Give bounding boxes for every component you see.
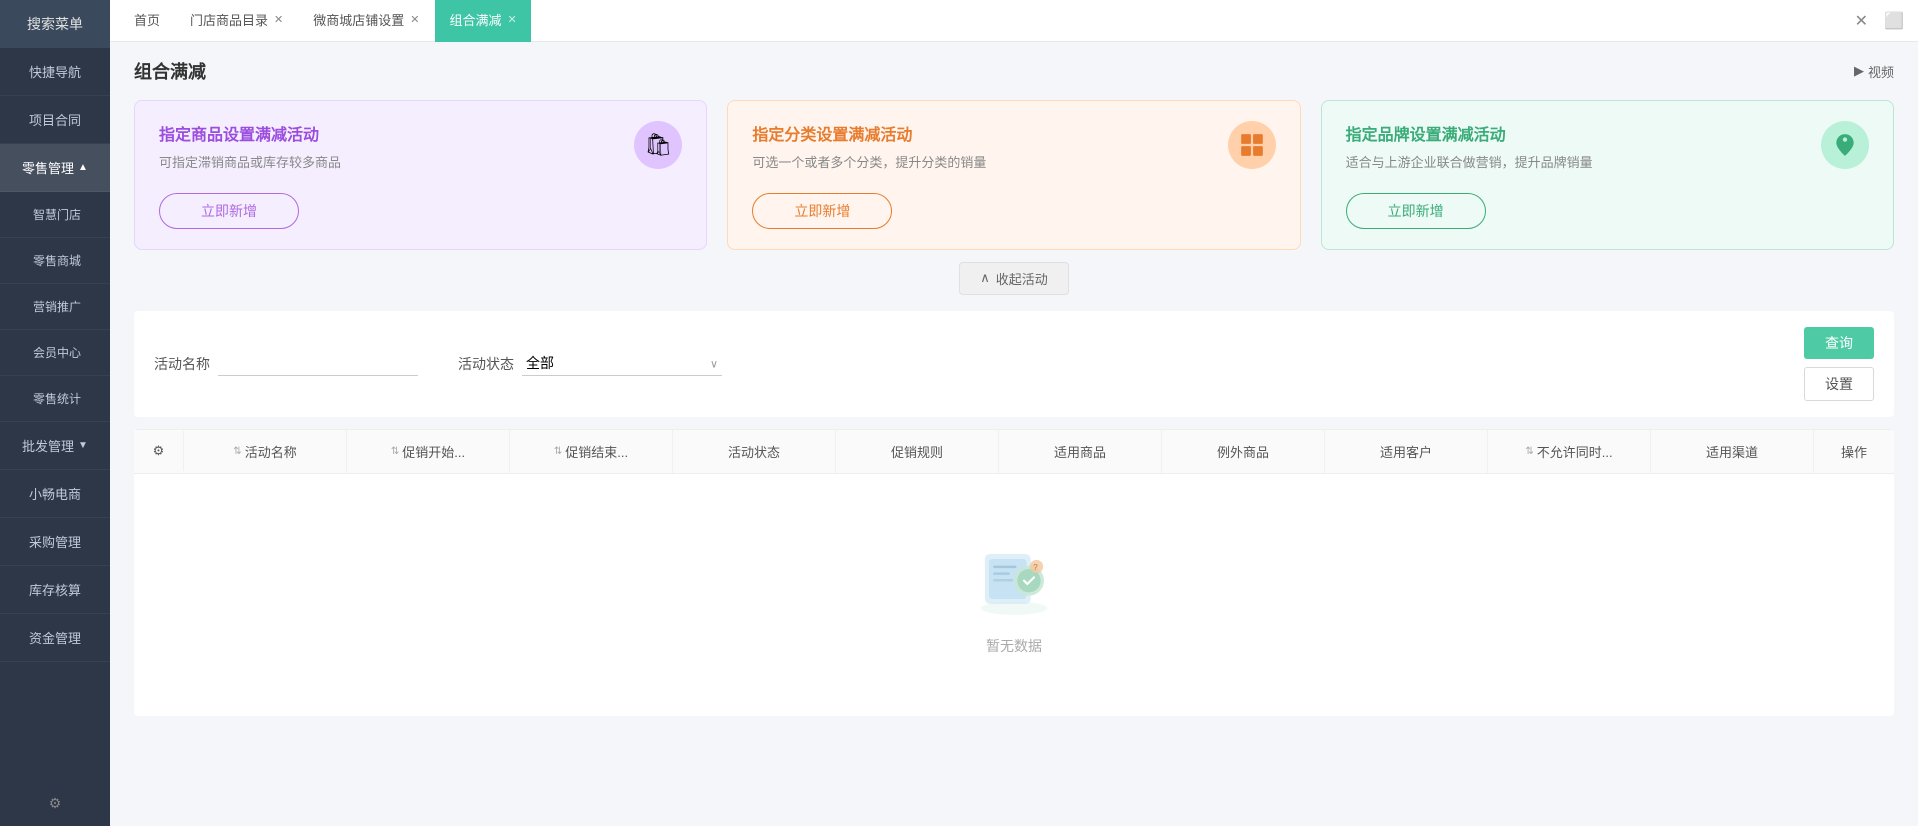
tab-wechat-store-settings[interactable]: 微商城店铺设置 ✕ [299,0,433,42]
activity-cards: 指定商品设置满减活动 可指定滞销商品或库存较多商品 🛍 立即新增 指定分类设置满… [134,100,1894,250]
card-product-icon: 🛍 [634,121,682,169]
sidebar-search[interactable]: 搜索菜单 [0,0,110,48]
filter-actions: 查询 设置 [1804,327,1874,401]
card-category-desc: 可选一个或者多个分类，提升分类的销量 [752,153,1275,173]
card-brand-title: 指定品牌设置满减活动 [1346,121,1869,145]
activity-card-category: 指定分类设置满减活动 可选一个或者多个分类，提升分类的销量 立即新增 [727,100,1300,250]
window-maximize-icon[interactable]: ⬜ [1880,7,1908,35]
sidebar-item-finance-management[interactable]: 资金管理 [0,614,110,662]
tab-combo-discount[interactable]: 组合满减 ✕ [435,0,530,42]
activity-card-brand: 指定品牌设置满减活动 适合与上游企业联合做营销，提升品牌销量 立即新增 [1321,100,1894,250]
play-icon: ▶ [1854,63,1864,79]
tab-close-wechat-store[interactable]: ✕ [410,13,419,26]
th-promo-end-sort: ⇅ [554,446,562,457]
th-activity-name[interactable]: ⇅ 活动名称 [184,430,347,473]
page-content: 组合满减 ▶ 视频 指定商品设置满减活动 可指定滞销商品或库存较多商品 🛍 立即… [110,42,1918,826]
filter-activity-name: 活动名称 [154,351,418,376]
sidebar-item-purchase-management[interactable]: 采购管理 [0,518,110,566]
tab-home[interactable]: 首页 [120,0,174,42]
filter-activity-status: 活动状态 全部 进行中 未开始 已结束 [458,351,722,376]
table-header: ⚙ ⇅ 活动名称 ⇅ 促销开始... ⇅ 促销结束... 活动状态 [134,429,1894,474]
sidebar-item-retail-stats[interactable]: 零售统计 [0,376,110,422]
chevron-up-icon: ▲ [78,162,88,173]
sidebar-item-quick-nav[interactable]: 快捷导航 [0,48,110,96]
card-category-title: 指定分类设置满减活动 [752,121,1275,145]
th-operations: 操作 [1814,430,1894,473]
settings-button[interactable]: 设置 [1804,367,1874,401]
th-excluded-goods: 例外商品 [1162,430,1325,473]
activity-status-select-wrap: 全部 进行中 未开始 已结束 [522,351,722,376]
add-brand-activity-button[interactable]: 立即新增 [1346,193,1486,229]
page-title: 组合满减 [134,58,206,84]
activity-card-product: 指定商品设置满减活动 可指定滞销商品或库存较多商品 🛍 立即新增 [134,100,707,250]
add-category-activity-button[interactable]: 立即新增 [752,193,892,229]
activity-name-label: 活动名称 [154,354,210,374]
gear-icon: ⚙ [153,443,165,459]
sidebar-item-inventory-calc[interactable]: 库存核算 [0,566,110,614]
query-button[interactable]: 查询 [1804,327,1874,359]
th-promo-end[interactable]: ⇅ 促销结束... [510,430,673,473]
th-applicable-channel: 适用渠道 [1651,430,1814,473]
collapse-activities-button[interactable]: ∧ 收起活动 [959,262,1069,295]
card-category-icon [1228,121,1276,169]
sidebar-item-xiaochangec[interactable]: 小畅电商 [0,470,110,518]
tab-bar-actions: ✕ ⬜ [1851,7,1908,35]
svg-text:?: ? [1033,561,1038,571]
th-activity-status: 活动状态 [673,430,836,473]
th-gear[interactable]: ⚙ [134,431,184,471]
tab-close-store-catalog[interactable]: ✕ [274,13,283,26]
collapse-icon: ∧ [980,270,990,286]
th-applicable-goods: 适用商品 [999,430,1162,473]
th-promo-start[interactable]: ⇅ 促销开始... [347,430,510,473]
sidebar-item-member-center[interactable]: 会员中心 [0,330,110,376]
th-promo-start-sort: ⇅ [391,446,399,457]
th-promo-rule: 促销规则 [836,430,999,473]
th-activity-name-sort: ⇅ [233,446,241,457]
sidebar: 搜索菜单 快捷导航 项目合同 零售管理 ▲ 智慧门店 零售商城 营销推广 会员中… [0,0,110,826]
sidebar-item-smart-store[interactable]: 智慧门店 [0,192,110,238]
card-product-title: 指定商品设置满减活动 [159,121,682,145]
sidebar-item-marketing[interactable]: 营销推广 [0,284,110,330]
sidebar-item-project-contract[interactable]: 项目合同 [0,96,110,144]
tab-store-catalog[interactable]: 门店商品目录 ✕ [176,0,297,42]
card-brand-icon [1821,121,1869,169]
collapse-bar: ∧ 收起活动 [134,262,1894,295]
tab-bar: 首页 门店商品目录 ✕ 微商城店铺设置 ✕ 组合满减 ✕ ✕ ⬜ [110,0,1918,42]
card-product-desc: 可指定滞销商品或库存较多商品 [159,153,682,173]
activity-status-label: 活动状态 [458,354,514,374]
empty-state: ? 暂无数据 [134,474,1894,716]
add-product-activity-button[interactable]: 立即新增 [159,193,299,229]
th-not-allow-concurrent[interactable]: ⇅ 不允许同时... [1488,430,1651,473]
main-content: 首页 门店商品目录 ✕ 微商城店铺设置 ✕ 组合满减 ✕ ✕ ⬜ 组合满减 ▶ … [110,0,1918,826]
chevron-down-icon: ▼ [78,440,88,451]
page-header: 组合满减 ▶ 视频 [134,58,1894,84]
video-link[interactable]: ▶ 视频 [1854,62,1894,81]
card-brand-desc: 适合与上游企业联合做营销，提升品牌销量 [1346,153,1869,173]
th-applicable-customer: 适用客户 [1325,430,1488,473]
th-concurrent-sort: ⇅ [1525,446,1533,457]
sidebar-item-wholesale-management[interactable]: 批发管理 ▼ [0,422,110,470]
empty-text: 暂无数据 [986,636,1042,656]
tab-close-combo-discount[interactable]: ✕ [508,13,517,26]
sidebar-settings-icon[interactable]: ⚙ [0,781,110,826]
collapse-label: 收起活动 [996,269,1048,288]
window-close-icon[interactable]: ✕ [1851,7,1872,35]
sidebar-item-retail-management[interactable]: 零售管理 ▲ [0,144,110,192]
activity-status-select[interactable]: 全部 进行中 未开始 已结束 [522,351,722,376]
empty-illustration: ? [964,534,1064,624]
data-table: ⚙ ⇅ 活动名称 ⇅ 促销开始... ⇅ 促销结束... 活动状态 [134,429,1894,716]
sidebar-item-retail-mall[interactable]: 零售商城 [0,238,110,284]
filter-area: 活动名称 活动状态 全部 进行中 未开始 已结束 查询 设置 [134,311,1894,417]
activity-name-input[interactable] [218,351,418,376]
